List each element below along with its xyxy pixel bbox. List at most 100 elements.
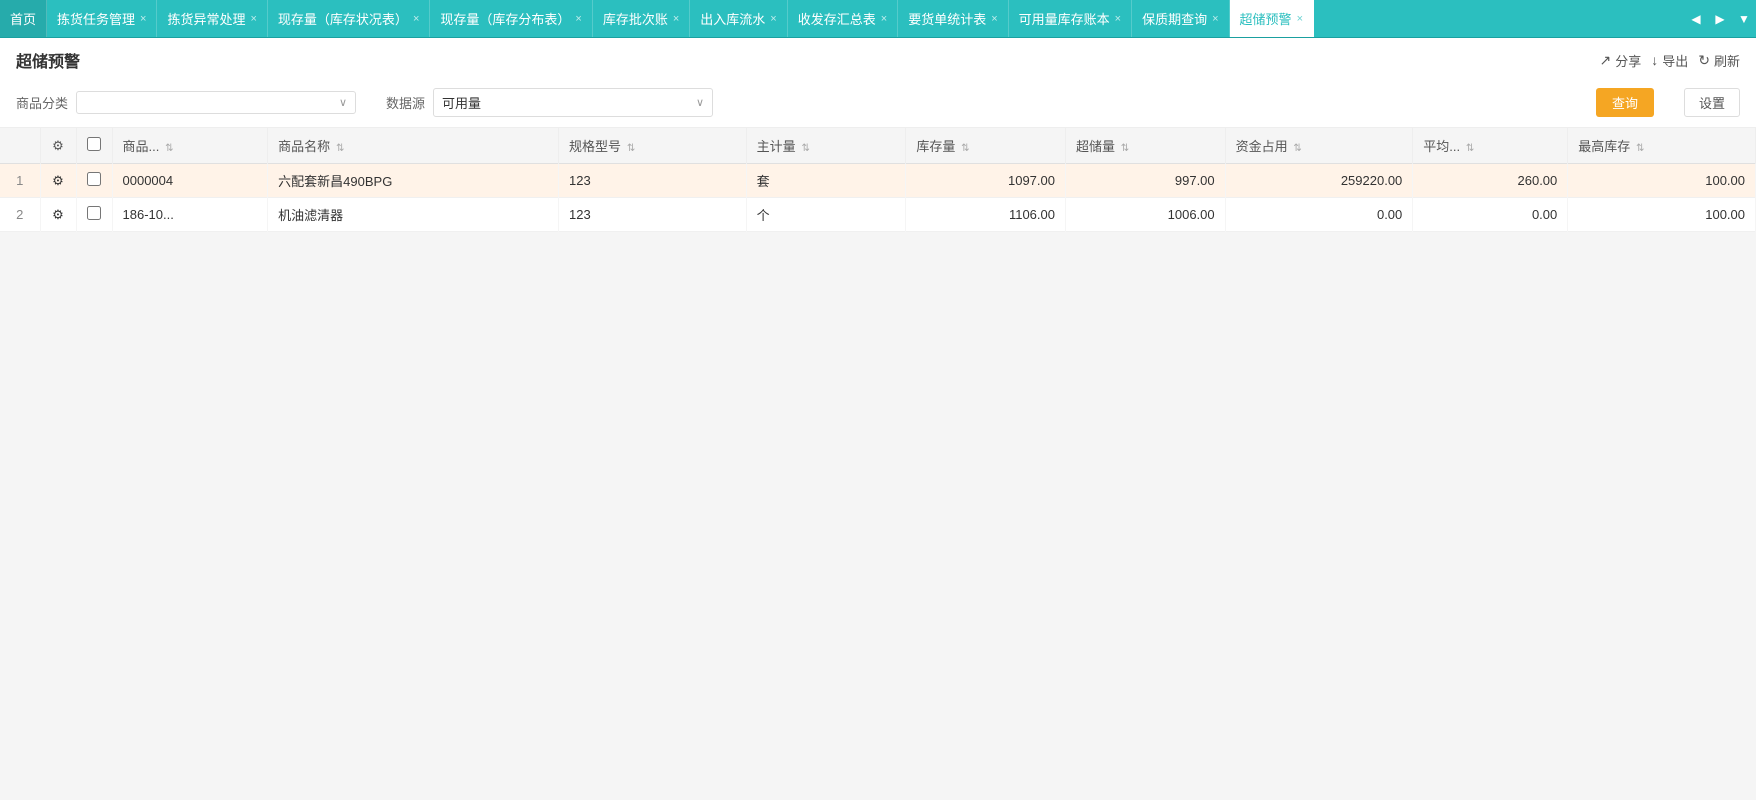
nav-item-overstock-warn[interactable]: 超储预警×: [1230, 0, 1314, 37]
datasource-filter-group: 数据源 可用量 ∨: [386, 88, 713, 117]
refresh-action[interactable]: ↻ 刷新: [1698, 51, 1740, 70]
row-checkbox[interactable]: [87, 172, 101, 186]
cell-product-name: 机油滤清器: [268, 198, 559, 232]
sort-icon-spec: ⇅: [624, 143, 635, 154]
cell-product-code: 0000004: [112, 164, 268, 198]
datasource-select[interactable]: 可用量 ∨: [433, 88, 713, 117]
select-all-checkbox[interactable]: [87, 137, 101, 151]
col-capital[interactable]: 资金占用 ⇅: [1225, 128, 1413, 164]
cell-product-name: 六配套新昌490BPG: [268, 164, 559, 198]
nav-item-order-stat[interactable]: 要货单统计表×: [898, 0, 1008, 37]
export-action[interactable]: ↓ 导出: [1651, 51, 1688, 70]
col-spec[interactable]: 规格型号 ⇅: [559, 128, 747, 164]
cell-overstock: 997.00: [1065, 164, 1225, 198]
cell-product-code: 186-10...: [112, 198, 268, 232]
nav-close-inout-flow[interactable]: ×: [770, 13, 776, 25]
table-row: 1⚙ 0000004六配套新昌490BPG123套1097.00997.00259…: [0, 164, 1756, 198]
refresh-icon: ↻: [1698, 52, 1710, 69]
nav-left-arrow[interactable]: ◀: [1684, 0, 1708, 37]
cell-max-stock: 100.00: [1568, 164, 1756, 198]
cell-unit: 个: [746, 198, 906, 232]
col-max-stock[interactable]: 最高库存 ⇅: [1568, 128, 1756, 164]
table-row: 2⚙186-10...机油滤清器123个1106.001006.000.000.…: [0, 198, 1756, 232]
nav-item-stock-status[interactable]: 现存量（库存状况表）×: [268, 0, 430, 37]
cell-gear[interactable]: ⚙: [40, 198, 76, 232]
nav-close-batch-account[interactable]: ×: [673, 13, 679, 25]
nav-item-exception[interactable]: 拣货异常处理×: [157, 0, 267, 37]
filter-area: 商品分类 ∨ 数据源 可用量 ∨ 查询 设置: [0, 78, 1756, 128]
export-label: 导出: [1662, 51, 1688, 70]
nav-close-order-stat[interactable]: ×: [991, 13, 997, 25]
table-header: ⚙ 商品... ⇅商品名称 ⇅规格型号 ⇅主计量 ⇅库存量 ⇅超储量 ⇅资金占用 …: [0, 128, 1756, 164]
sort-icon-overstock: ⇅: [1118, 143, 1129, 154]
nav-item-home[interactable]: 首页: [0, 0, 47, 37]
page-header: 超储预警 ↗ 分享 ↓ 导出 ↻ 刷新: [0, 38, 1756, 78]
nav-close-collect-summary[interactable]: ×: [881, 13, 887, 25]
nav-item-quality-check[interactable]: 保质期查询×: [1132, 0, 1229, 37]
table-body: 1⚙ 0000004六配套新昌490BPG123套1097.00997.00259…: [0, 164, 1756, 232]
cell-overstock: 1006.00: [1065, 198, 1225, 232]
category-filter-group: 商品分类 ∨: [16, 91, 356, 114]
col-num: [0, 128, 40, 164]
overstock-table: ⚙ 商品... ⇅商品名称 ⇅规格型号 ⇅主计量 ⇅库存量 ⇅超储量 ⇅资金占用 …: [0, 128, 1756, 232]
category-chevron-icon: ∨: [339, 96, 347, 109]
cell-stock: 1097.00: [906, 164, 1066, 198]
cell-row-num: 2: [0, 198, 40, 232]
table-container: ⚙ 商品... ⇅商品名称 ⇅规格型号 ⇅主计量 ⇅库存量 ⇅超储量 ⇅资金占用 …: [0, 128, 1756, 232]
sort-icon-unit: ⇅: [799, 143, 810, 154]
nav-item-collect-summary[interactable]: 收发存汇总表×: [788, 0, 898, 37]
col-gear: ⚙: [40, 128, 76, 164]
share-label: 分享: [1615, 51, 1641, 70]
cell-avg: 260.00: [1413, 164, 1568, 198]
settings-button[interactable]: 设置: [1684, 88, 1740, 117]
sort-icon-avg: ⇅: [1463, 143, 1474, 154]
nav-close-task-mgmt[interactable]: ×: [140, 13, 146, 25]
cell-capital: 0.00: [1225, 198, 1413, 232]
col-check: [76, 128, 112, 164]
datasource-label: 数据源: [386, 93, 425, 112]
nav-close-quality-check[interactable]: ×: [1212, 13, 1218, 25]
nav-item-batch-account[interactable]: 库存批次账×: [593, 0, 690, 37]
col-overstock[interactable]: 超储量 ⇅: [1065, 128, 1225, 164]
nav-close-overstock-warn[interactable]: ×: [1297, 13, 1303, 25]
nav-close-exception[interactable]: ×: [250, 13, 256, 25]
nav-right-arrow[interactable]: ▶: [1708, 0, 1732, 37]
nav-more-arrow[interactable]: ▼: [1732, 0, 1756, 37]
col-product-name[interactable]: 商品名称 ⇅: [268, 128, 559, 164]
sort-icon-capital: ⇅: [1291, 143, 1302, 154]
nav-item-stock-dist[interactable]: 现存量（库存分布表）×: [430, 0, 592, 37]
cell-gear[interactable]: ⚙: [40, 164, 76, 198]
top-nav: 首页拣货任务管理×拣货异常处理×现存量（库存状况表）×现存量（库存分布表）×库存…: [0, 0, 1756, 38]
query-button[interactable]: 查询: [1596, 88, 1654, 117]
cell-checkbox: [76, 164, 112, 198]
sort-icon-product-code: ⇅: [162, 143, 173, 154]
nav-item-task-mgmt[interactable]: 拣货任务管理×: [47, 0, 157, 37]
nav-item-inout-flow[interactable]: 出入库流水×: [690, 0, 787, 37]
sort-icon-max-stock: ⇅: [1633, 143, 1644, 154]
nav-close-available-account[interactable]: ×: [1115, 13, 1121, 25]
cell-capital: 259220.00: [1225, 164, 1413, 198]
export-icon: ↓: [1651, 52, 1658, 68]
col-product-code[interactable]: 商品... ⇅: [112, 128, 268, 164]
share-action[interactable]: ↗ 分享: [1599, 51, 1641, 70]
share-icon: ↗: [1599, 52, 1611, 69]
row-checkbox[interactable]: [87, 206, 101, 220]
cell-spec: 123: [559, 198, 747, 232]
nav-close-stock-dist[interactable]: ×: [575, 13, 581, 25]
cell-row-num: 1: [0, 164, 40, 198]
sort-icon-stock: ⇅: [958, 143, 969, 154]
category-select[interactable]: ∨: [76, 91, 356, 114]
page-title: 超储预警: [16, 48, 80, 72]
datasource-chevron-icon: ∨: [696, 96, 704, 109]
col-unit[interactable]: 主计量 ⇅: [746, 128, 906, 164]
category-label: 商品分类: [16, 93, 68, 112]
nav-item-available-account[interactable]: 可用量库存账本×: [1009, 0, 1132, 37]
nav-close-stock-status[interactable]: ×: [413, 13, 419, 25]
refresh-label: 刷新: [1714, 51, 1740, 70]
cell-stock: 1106.00: [906, 198, 1066, 232]
cell-max-stock: 100.00: [1568, 198, 1756, 232]
cell-unit: 套: [746, 164, 906, 198]
col-avg[interactable]: 平均... ⇅: [1413, 128, 1568, 164]
cell-spec: 123: [559, 164, 747, 198]
col-stock[interactable]: 库存量 ⇅: [906, 128, 1066, 164]
